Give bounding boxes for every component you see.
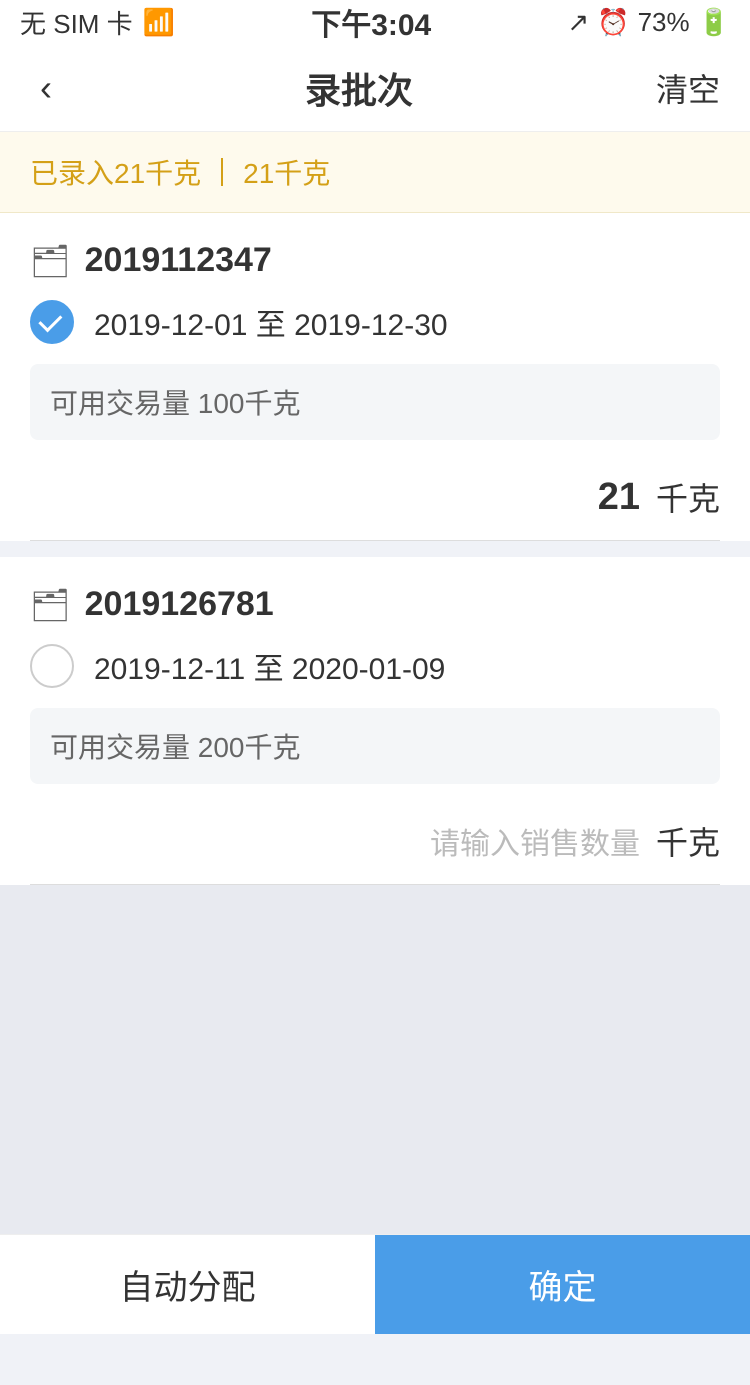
batch-2-id: 2019126781	[85, 585, 274, 624]
batch-1-amount-row: 千克	[0, 458, 750, 540]
batch-card-1: 🗂 2019112347 2019-12-01 至 2019-12-30 可用交…	[0, 213, 750, 541]
batch-1-date: 2019-12-01 至 2019-12-30	[94, 300, 448, 344]
batch-2-unit: 千克	[656, 818, 720, 864]
sim-status: 无 SIM 卡	[20, 4, 133, 41]
batch-icon-1: 🗂	[30, 242, 71, 280]
wifi-icon: 📶	[143, 7, 175, 38]
page-title: 录批次	[305, 62, 413, 114]
nav-bar: ‹ 录批次 清空	[0, 44, 750, 132]
status-bar: 无 SIM 卡 📶 下午3:04 ↗ ⏰ 73% 🔋	[0, 0, 750, 44]
batch-2-date-row: 2019-12-11 至 2020-01-09	[0, 634, 750, 698]
alarm-icon: ⏰	[597, 7, 629, 38]
confirm-button[interactable]: 确定	[375, 1235, 750, 1334]
summary-banner: 已录入21千克 21千克	[0, 132, 750, 213]
batch-1-amount-input[interactable]	[480, 476, 640, 519]
back-icon: ‹	[40, 67, 52, 108]
back-button[interactable]: ‹	[30, 57, 62, 119]
battery-level: 73%	[638, 7, 690, 38]
batch-2-available: 可用交易量 200千克	[30, 708, 720, 784]
batch-1-radio[interactable]	[30, 300, 74, 344]
auto-distribute-button[interactable]: 自动分配	[0, 1235, 375, 1334]
batch-1-available: 可用交易量 100千克	[30, 364, 720, 440]
batch-icon-2: 🗂	[30, 586, 71, 624]
battery-icon: 🔋	[698, 7, 730, 38]
bottom-bar: 自动分配 确定	[0, 1234, 750, 1334]
batch-2-date: 2019-12-11 至 2020-01-09	[94, 644, 445, 688]
status-right: ↗ ⏰ 73% 🔋	[567, 7, 730, 38]
batch-card-2: 🗂 2019126781 2019-12-11 至 2020-01-09 可用交…	[0, 557, 750, 885]
batch-2-amount-row: 请输入销售数量 千克	[0, 802, 750, 884]
batch-1-date-row: 2019-12-01 至 2019-12-30	[0, 290, 750, 354]
section-divider	[0, 541, 750, 557]
status-left: 无 SIM 卡 📶	[20, 4, 175, 41]
batch-1-id: 2019112347	[85, 241, 272, 280]
summary-value: 21千克	[243, 152, 330, 192]
batch-1-header: 🗂 2019112347	[0, 213, 750, 290]
bottom-spacer	[0, 885, 750, 1285]
batch-2-placeholder: 请输入销售数量	[30, 819, 640, 863]
batch-1-unit: 千克	[656, 474, 720, 520]
batch-2-radio[interactable]	[30, 644, 74, 688]
summary-label: 已录入21千克	[30, 152, 201, 192]
summary-divider	[221, 158, 223, 186]
batch-2-header: 🗂 2019126781	[0, 557, 750, 634]
status-time: 下午3:04	[311, 0, 431, 44]
clear-button[interactable]: 清空	[656, 65, 720, 111]
location-icon: ↗	[567, 7, 589, 38]
page-content: 已录入21千克 21千克 🗂 2019112347 2019-12-01 至 2…	[0, 132, 750, 1385]
